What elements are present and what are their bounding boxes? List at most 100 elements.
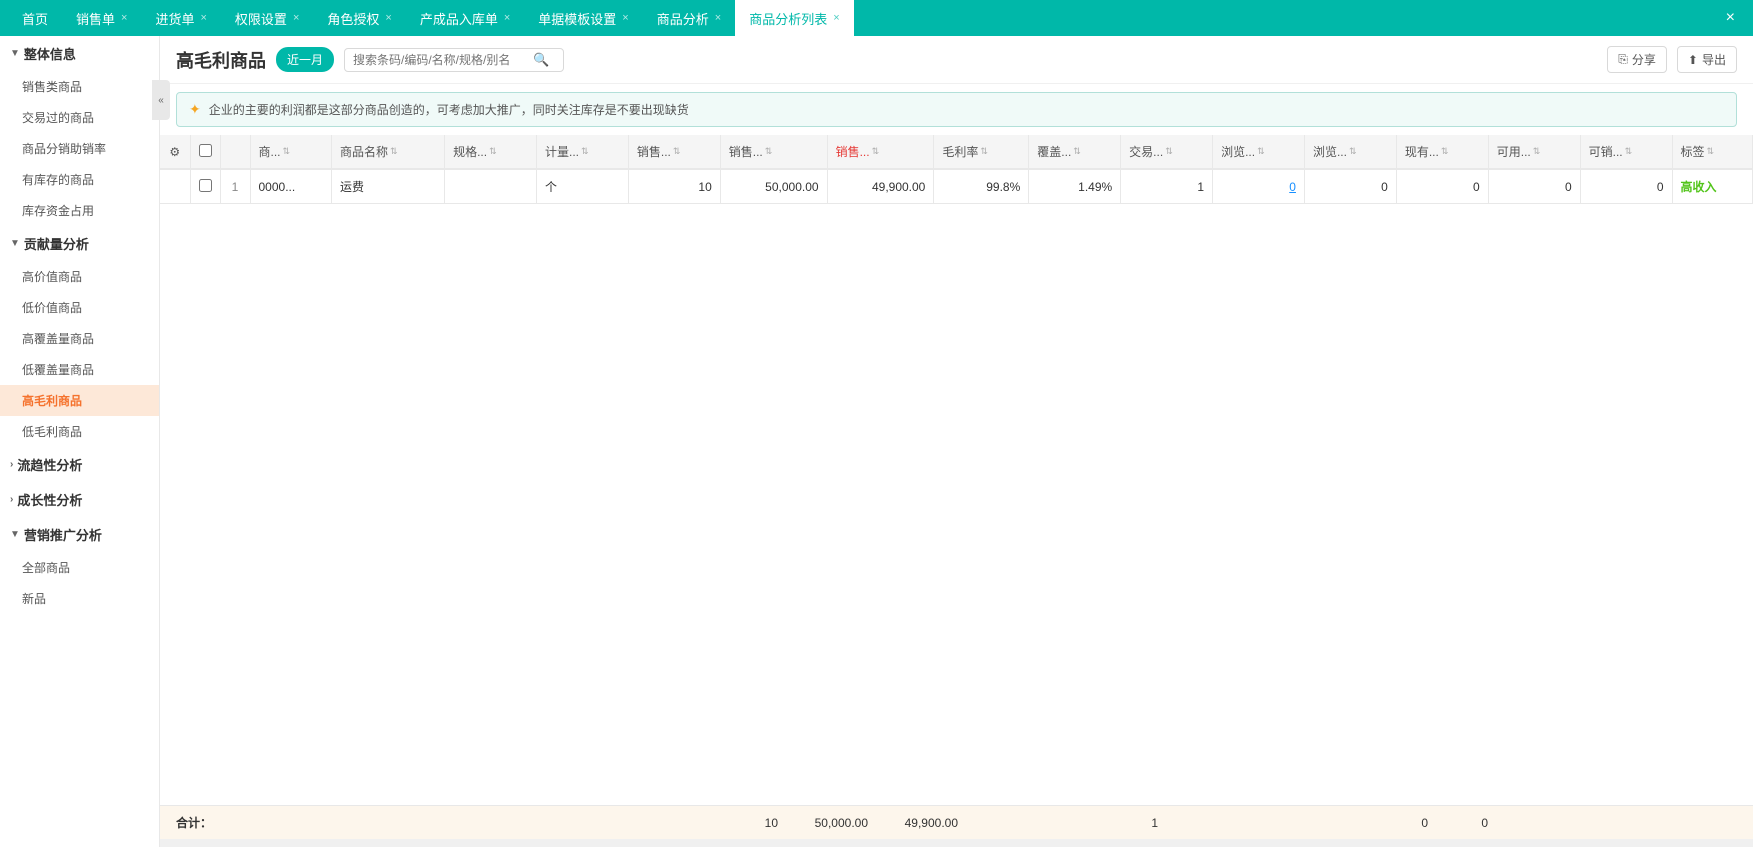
nav-template-settings[interactable]: 单据模板设置 × — [524, 0, 642, 36]
cell-checkbox[interactable] — [190, 169, 220, 204]
sidebar-group-marketing[interactable]: ▼ 营销推广分析 — [0, 517, 159, 552]
nav-sales-order[interactable]: 销售单 × — [62, 0, 141, 36]
sidebar-group-contribution-items: 高价值商品 低价值商品 高覆盖量商品 低覆盖量商品 高毛利商品 低毛利商品 — [0, 261, 159, 447]
sidebar-item-low-margin[interactable]: 低毛利商品 — [0, 416, 159, 447]
sidebar-collapse-button[interactable]: « — [152, 80, 170, 120]
cell-sales-amount: 50,000.00 — [720, 169, 827, 204]
footer-sales-qty: 10 — [726, 816, 786, 830]
nav-home[interactable]: 首页 — [8, 0, 62, 36]
export-icon: ⬆ — [1688, 53, 1698, 67]
col-unit[interactable]: 计量...⇅ — [536, 135, 628, 169]
sidebar-item-high-value[interactable]: 高价值商品 — [0, 261, 159, 292]
col-sellable[interactable]: 可销...⇅ — [1580, 135, 1672, 169]
content-header: 高毛利商品 近一月 🔍 ⎘ 分享 ⬆ 导出 — [160, 36, 1753, 84]
sidebar-item-low-value[interactable]: 低价值商品 — [0, 292, 159, 323]
sidebar-group-overall[interactable]: ▼ 整体信息 — [0, 36, 159, 71]
cell-gross-rate: 99.8% — [934, 169, 1029, 204]
info-icon: ✦ — [189, 101, 201, 118]
data-table: ⚙ 商...⇅ 商品名称⇅ 规格...⇅ — [160, 135, 1753, 204]
sidebar-item-in-stock[interactable]: 有库存的商品 — [0, 164, 159, 195]
nav-purchase-order[interactable]: 进货单 × — [141, 0, 220, 36]
col-browse2[interactable]: 浏览...⇅ — [1304, 135, 1396, 169]
col-spec[interactable]: 规格...⇅ — [445, 135, 537, 169]
table-header-row: ⚙ 商...⇅ 商品名称⇅ 规格...⇅ — [160, 135, 1753, 169]
sidebar-item-high-coverage[interactable]: 高覆盖量商品 — [0, 323, 159, 354]
sidebar-item-traded-goods[interactable]: 交易过的商品 — [0, 102, 159, 133]
col-name[interactable]: 商品名称⇅ — [331, 135, 444, 169]
col-gross-rate[interactable]: 毛利率⇅ — [934, 135, 1029, 169]
col-checkbox[interactable] — [190, 135, 220, 169]
cell-sales-qty: 10 — [628, 169, 720, 204]
cell-name: 运费 — [331, 169, 444, 204]
close-icon[interactable]: × — [385, 12, 391, 24]
filter-last-month-button[interactable]: 近一月 — [276, 47, 334, 72]
row-checkbox[interactable] — [199, 179, 212, 192]
cell-settings — [160, 169, 190, 204]
close-icon[interactable]: × — [833, 12, 839, 24]
search-box: 🔍 — [344, 48, 564, 72]
cell-trade: 1 — [1121, 169, 1213, 204]
page-title: 高毛利商品 — [176, 47, 266, 73]
col-tag[interactable]: 标签⇅ — [1672, 135, 1752, 169]
col-num — [220, 135, 250, 169]
footer-trade: 1 — [1106, 816, 1166, 830]
collapse-arrow-icon: › — [10, 494, 13, 505]
footer-sellable: 0 — [1436, 816, 1496, 830]
share-button[interactable]: ⎘ 分享 — [1607, 46, 1667, 73]
sidebar-group-trend[interactable]: › 流趋性分析 — [0, 447, 159, 482]
info-banner: ✦ 企业的主要的利润都是这部分商品创造的，可考虑加大推广，同时关注库存是不要出现… — [176, 92, 1737, 127]
col-coverage[interactable]: 覆盖...⇅ — [1029, 135, 1121, 169]
sidebar-group-overall-items: 销售类商品 交易过的商品 商品分销助销率 有库存的商品 库存资金占用 — [0, 71, 159, 226]
select-all-checkbox[interactable] — [199, 144, 212, 157]
col-sales-qty[interactable]: 销售...⇅ — [628, 135, 720, 169]
close-icon[interactable]: × — [200, 12, 206, 24]
col-sales-amount[interactable]: 销售...⇅ — [720, 135, 827, 169]
collapse-arrow-icon: ▼ — [10, 529, 20, 540]
sidebar-group-growth[interactable]: › 成长性分析 — [0, 482, 159, 517]
sidebar-item-low-coverage[interactable]: 低覆盖量商品 — [0, 354, 159, 385]
bottom-scrollbar[interactable] — [160, 839, 1753, 847]
export-button[interactable]: ⬆ 导出 — [1677, 46, 1737, 73]
col-sales-cost[interactable]: 销售...⇅ — [827, 135, 934, 169]
footer-total-label: 合计： — [176, 814, 336, 831]
col-available[interactable]: 可用...⇅ — [1488, 135, 1580, 169]
nav-role-auth[interactable]: 角色授权 × — [313, 0, 405, 36]
sidebar-item-high-margin[interactable]: 高毛利商品 — [0, 385, 159, 416]
sidebar-item-distribution-rate[interactable]: 商品分销助销率 — [0, 133, 159, 164]
close-icon[interactable]: × — [504, 12, 510, 24]
col-code[interactable]: 商...⇅ — [250, 135, 331, 169]
sidebar-item-all-goods[interactable]: 全部商品 — [0, 552, 159, 583]
search-input[interactable] — [353, 53, 533, 67]
cell-current: 0 — [1396, 169, 1488, 204]
cell-browse1[interactable]: 0 — [1213, 169, 1305, 204]
sidebar-item-sales-goods[interactable]: 销售类商品 — [0, 71, 159, 102]
nav-permission-settings[interactable]: 权限设置 × — [221, 0, 313, 36]
sidebar-item-stock-capital[interactable]: 库存资金占用 — [0, 195, 159, 226]
close-icon[interactable]: × — [121, 12, 127, 24]
table-row: 1 0000... 运费 个 10 50,000.00 49,900.00 99… — [160, 169, 1753, 204]
sidebar-item-new-goods[interactable]: 新品 — [0, 583, 159, 614]
col-settings[interactable]: ⚙ — [160, 135, 190, 169]
cell-tag: 高收入 — [1672, 169, 1752, 204]
cell-code: 0000... — [250, 169, 331, 204]
table-body: 1 0000... 运费 个 10 50,000.00 49,900.00 99… — [160, 169, 1753, 204]
nav-product-analysis-list[interactable]: 商品分析列表 × — [735, 0, 853, 36]
col-trade[interactable]: 交易...⇅ — [1121, 135, 1213, 169]
nav-product-analysis[interactable]: 商品分析 × — [643, 0, 735, 36]
nav-finished-goods[interactable]: 产成品入库单 × — [406, 0, 524, 36]
close-icon[interactable]: × — [622, 12, 628, 24]
cell-spec — [445, 169, 537, 204]
close-icon[interactable]: × — [715, 12, 721, 24]
footer-sales-cost: 49,900.00 — [876, 816, 966, 830]
table-container[interactable]: ⚙ 商...⇅ 商品名称⇅ 规格...⇅ — [160, 135, 1753, 805]
col-browse1[interactable]: 浏览...⇅ — [1213, 135, 1305, 169]
table-footer: 合计： 10 50,000.00 49,900.00 1 0 0 — [160, 805, 1753, 839]
collapse-arrow-icon: ▼ — [10, 48, 20, 59]
col-current[interactable]: 现有...⇅ — [1396, 135, 1488, 169]
search-icon[interactable]: 🔍 — [533, 52, 549, 68]
cell-available: 0 — [1488, 169, 1580, 204]
close-icon[interactable]: × — [293, 12, 299, 24]
sidebar-group-contribution[interactable]: ▼ 贡献量分析 — [0, 226, 159, 261]
cell-browse2: 0 — [1304, 169, 1396, 204]
window-close-button[interactable]: × — [1716, 9, 1745, 27]
